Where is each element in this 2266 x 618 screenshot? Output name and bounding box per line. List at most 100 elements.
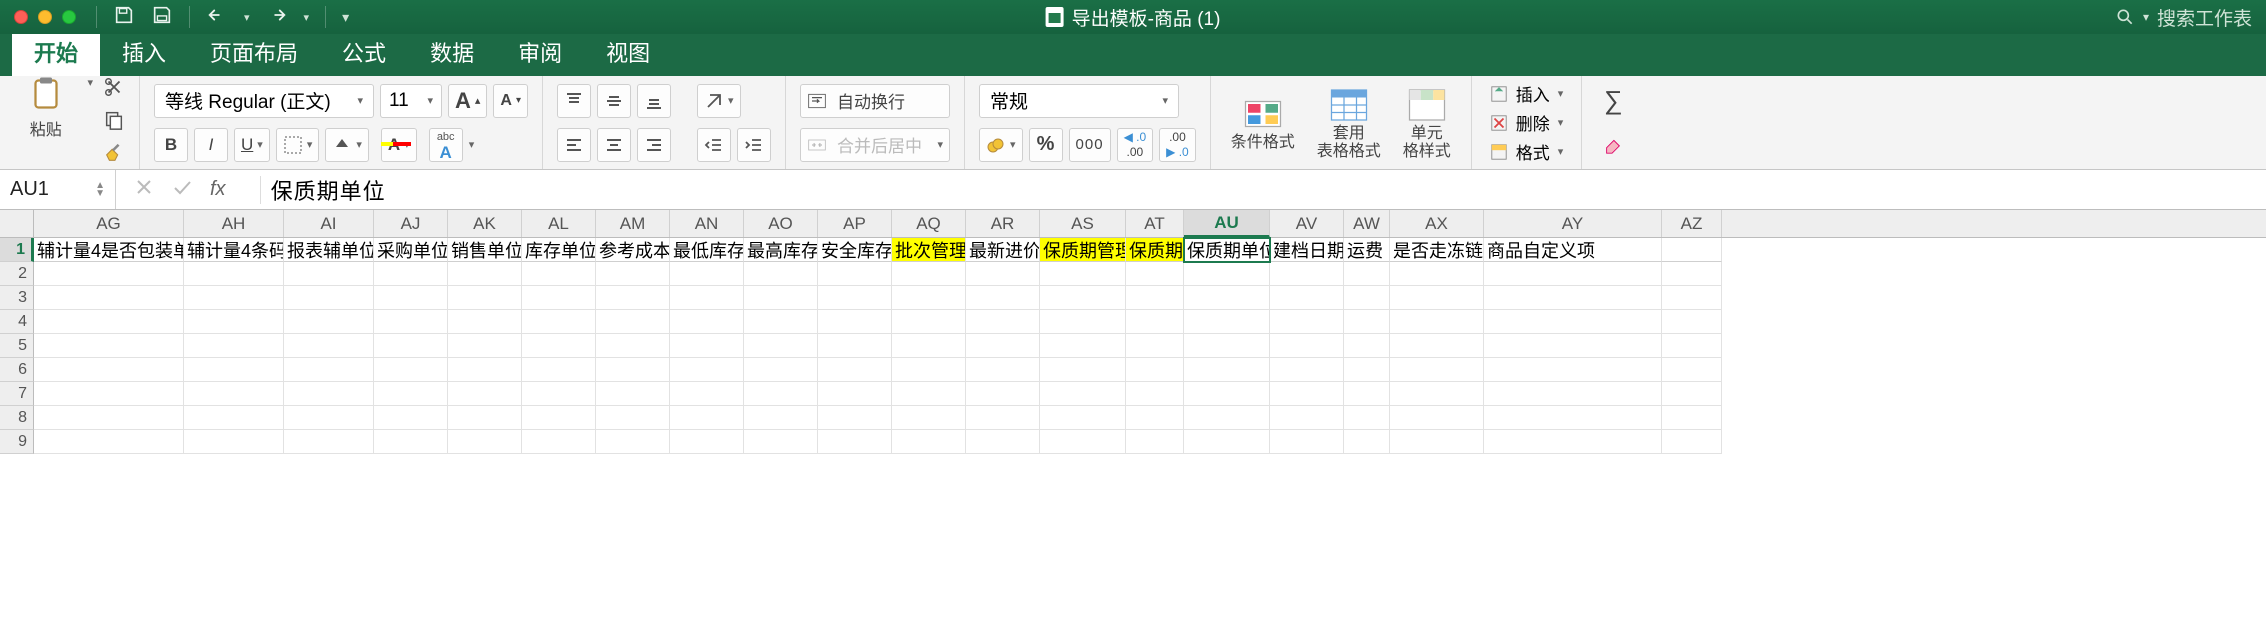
row-header-4[interactable]: 4 xyxy=(0,310,34,334)
cell-AY4[interactable] xyxy=(1484,310,1662,334)
cell-AT5[interactable] xyxy=(1126,334,1184,358)
cell-AU1[interactable]: 保质期单位 xyxy=(1184,238,1270,262)
cell-AT2[interactable] xyxy=(1126,262,1184,286)
column-header-AQ[interactable]: AQ xyxy=(892,210,966,237)
paste-button[interactable]: 粘贴 xyxy=(14,76,77,140)
cell-AP8[interactable] xyxy=(818,406,892,430)
cell-AI6[interactable] xyxy=(284,358,374,382)
column-header-AY[interactable]: AY xyxy=(1484,210,1662,237)
cell-AK8[interactable] xyxy=(448,406,522,430)
cell-AQ8[interactable] xyxy=(892,406,966,430)
cell-AR3[interactable] xyxy=(966,286,1040,310)
cell-AL1[interactable]: 库存单位 xyxy=(522,238,596,262)
cell-AO3[interactable] xyxy=(744,286,818,310)
cell-AL5[interactable] xyxy=(522,334,596,358)
tab-page-layout[interactable]: 页面布局 xyxy=(188,28,320,76)
cell-AK4[interactable] xyxy=(448,310,522,334)
row-header-1[interactable]: 1 xyxy=(0,238,34,262)
cell-AK2[interactable] xyxy=(448,262,522,286)
cell-AK7[interactable] xyxy=(448,382,522,406)
cell-AT3[interactable] xyxy=(1126,286,1184,310)
autosave-icon[interactable] xyxy=(113,4,135,31)
cell-AL8[interactable] xyxy=(522,406,596,430)
cell-AM3[interactable] xyxy=(596,286,670,310)
cell-AU8[interactable] xyxy=(1184,406,1270,430)
column-header-AO[interactable]: AO xyxy=(744,210,818,237)
cell-AO9[interactable] xyxy=(744,430,818,454)
cell-AY8[interactable] xyxy=(1484,406,1662,430)
cell-AW6[interactable] xyxy=(1344,358,1390,382)
cell-AG9[interactable] xyxy=(34,430,184,454)
cell-AN3[interactable] xyxy=(670,286,744,310)
cell-AW2[interactable] xyxy=(1344,262,1390,286)
cell-AM8[interactable] xyxy=(596,406,670,430)
cell-AX6[interactable] xyxy=(1390,358,1484,382)
tab-insert[interactable]: 插入 xyxy=(100,28,188,76)
increase-indent-button[interactable] xyxy=(737,128,771,162)
undo-dropdown[interactable]: ▾ xyxy=(244,11,250,24)
column-header-AJ[interactable]: AJ xyxy=(374,210,448,237)
cell-AT9[interactable] xyxy=(1126,430,1184,454)
cell-AN4[interactable] xyxy=(670,310,744,334)
cell-AG7[interactable] xyxy=(34,382,184,406)
cell-AS8[interactable] xyxy=(1040,406,1126,430)
cell-AX9[interactable] xyxy=(1390,430,1484,454)
cell-AH6[interactable] xyxy=(184,358,284,382)
cell-AT4[interactable] xyxy=(1126,310,1184,334)
cell-AZ3[interactable] xyxy=(1662,286,1722,310)
orientation-button[interactable]: ▾ xyxy=(697,84,741,118)
cell-AY3[interactable] xyxy=(1484,286,1662,310)
cell-AP7[interactable] xyxy=(818,382,892,406)
column-header-AT[interactable]: AT xyxy=(1126,210,1184,237)
cut-icon[interactable] xyxy=(103,76,125,103)
accounting-format-button[interactable]: ▾ xyxy=(979,128,1023,162)
cell-AX3[interactable] xyxy=(1390,286,1484,310)
cell-AU9[interactable] xyxy=(1184,430,1270,454)
cell-AW3[interactable] xyxy=(1344,286,1390,310)
redo-icon[interactable] xyxy=(266,4,288,31)
cell-AW7[interactable] xyxy=(1344,382,1390,406)
cell-AZ6[interactable] xyxy=(1662,358,1722,382)
wrap-text-button[interactable]: 自动换行 xyxy=(800,84,950,118)
cell-AV7[interactable] xyxy=(1270,382,1344,406)
decrease-indent-button[interactable] xyxy=(697,128,731,162)
redo-dropdown[interactable]: ▾ xyxy=(304,11,310,24)
cell-AL6[interactable] xyxy=(522,358,596,382)
cell-AZ9[interactable] xyxy=(1662,430,1722,454)
cell-AG2[interactable] xyxy=(34,262,184,286)
row-header-8[interactable]: 8 xyxy=(0,406,34,430)
tab-data[interactable]: 数据 xyxy=(408,28,496,76)
tab-formulas[interactable]: 公式 xyxy=(320,28,408,76)
cell-AW5[interactable] xyxy=(1344,334,1390,358)
font-size-select[interactable]: 11 ▾ xyxy=(380,84,442,118)
cell-AS6[interactable] xyxy=(1040,358,1126,382)
cell-AU5[interactable] xyxy=(1184,334,1270,358)
cell-AJ7[interactable] xyxy=(374,382,448,406)
name-box[interactable]: AU1 ▲▼ xyxy=(0,170,116,209)
cell-AQ7[interactable] xyxy=(892,382,966,406)
cell-AP2[interactable] xyxy=(818,262,892,286)
cell-AK5[interactable] xyxy=(448,334,522,358)
cell-AR9[interactable] xyxy=(966,430,1040,454)
column-header-AX[interactable]: AX xyxy=(1390,210,1484,237)
cell-AX8[interactable] xyxy=(1390,406,1484,430)
column-header-AN[interactable]: AN xyxy=(670,210,744,237)
undo-icon[interactable] xyxy=(206,4,228,31)
cell-AI2[interactable] xyxy=(284,262,374,286)
cell-AS9[interactable] xyxy=(1040,430,1126,454)
cell-AQ5[interactable] xyxy=(892,334,966,358)
cell-AS7[interactable] xyxy=(1040,382,1126,406)
cell-AL7[interactable] xyxy=(522,382,596,406)
cell-AR2[interactable] xyxy=(966,262,1040,286)
cell-AK9[interactable] xyxy=(448,430,522,454)
cell-AO6[interactable] xyxy=(744,358,818,382)
cell-AX4[interactable] xyxy=(1390,310,1484,334)
cell-AI1[interactable]: 报表辅单位 xyxy=(284,238,374,262)
cell-AQ3[interactable] xyxy=(892,286,966,310)
cell-AV5[interactable] xyxy=(1270,334,1344,358)
align-bottom-button[interactable] xyxy=(637,84,671,118)
cell-styles-button[interactable]: 单元 格样式 xyxy=(1397,85,1457,161)
phonetic-guide-button[interactable]: abc A xyxy=(429,128,463,162)
cell-AG4[interactable] xyxy=(34,310,184,334)
format-painter-icon[interactable] xyxy=(103,142,125,169)
